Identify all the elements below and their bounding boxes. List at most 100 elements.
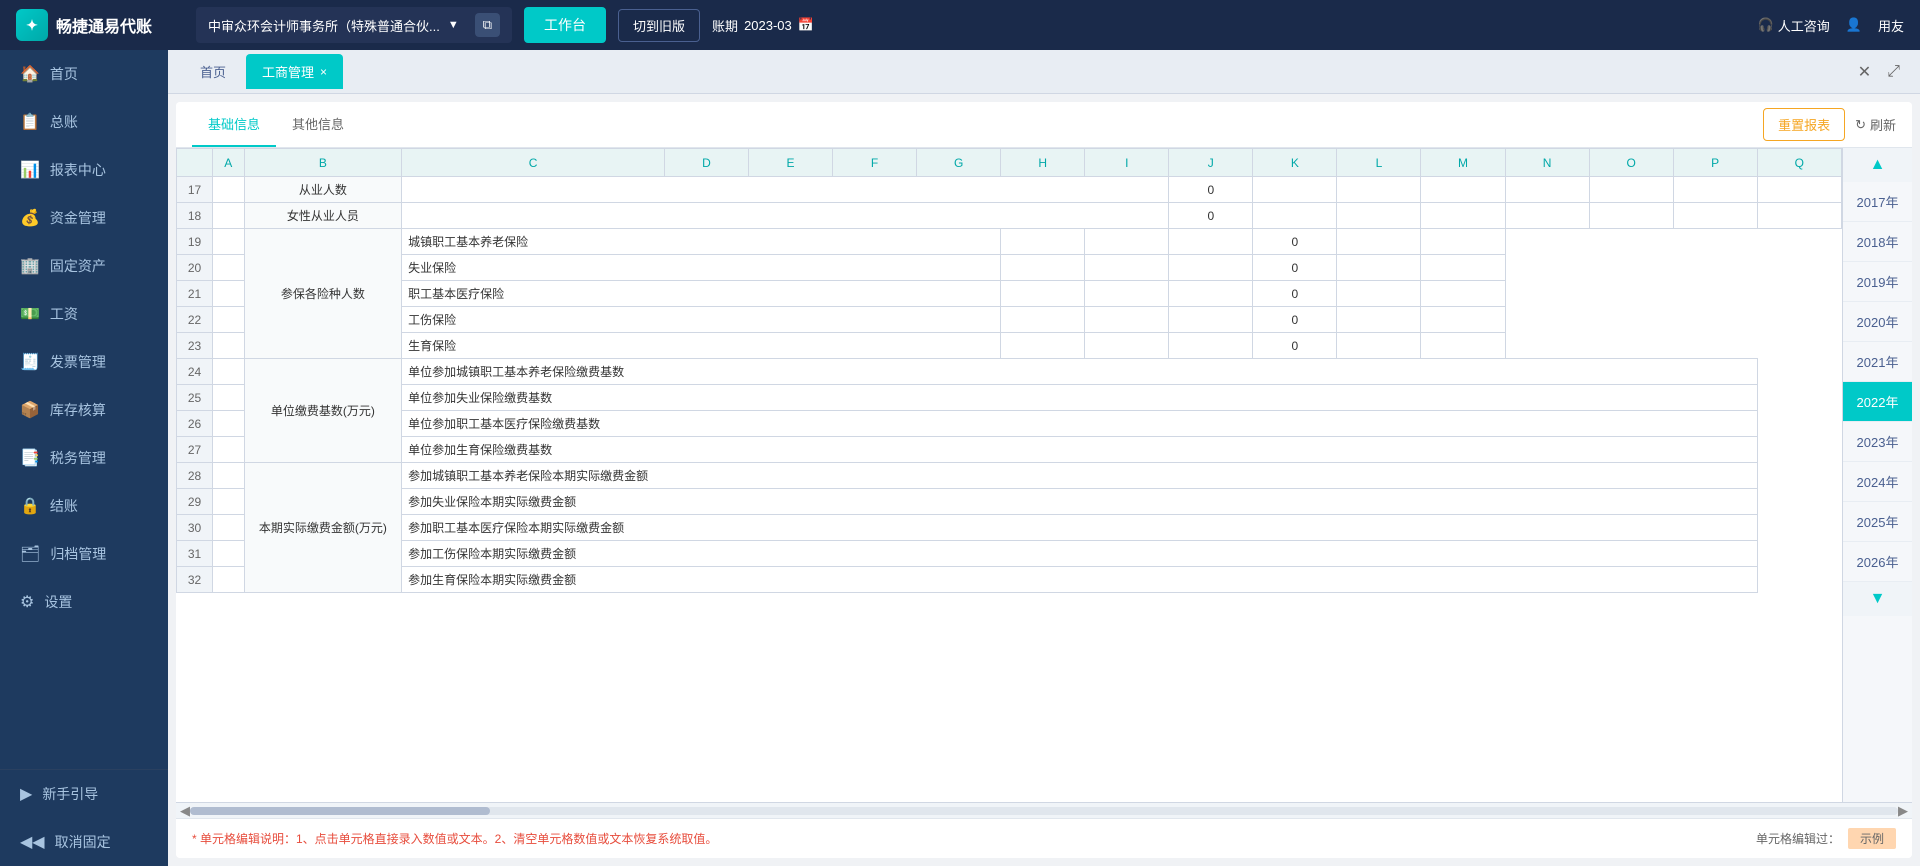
sub-tab-basic-info[interactable]: 基础信息 [192, 102, 276, 147]
scroll-left-arrow[interactable]: ◀ [180, 803, 190, 819]
cell[interactable] [1421, 307, 1505, 333]
cell-18-k[interactable]: 0 [1169, 203, 1253, 229]
cell[interactable] [1169, 229, 1253, 255]
cell[interactable] [1337, 333, 1421, 359]
sidebar-item-cancel-fixed[interactable]: ◀◀ 取消固定 [0, 818, 168, 866]
sidebar-item-salary[interactable]: 💵 工资 [0, 290, 168, 338]
sub-tab-other-info[interactable]: 其他信息 [276, 102, 360, 147]
cell[interactable] [1001, 307, 1085, 333]
cell-22-o[interactable]: 0 [1253, 307, 1337, 333]
col-header-c[interactable]: C [402, 149, 665, 177]
col-header-d[interactable]: D [664, 149, 748, 177]
cell-23-a[interactable] [213, 333, 245, 359]
cell-19-b[interactable]: 参保各险种人数 [244, 229, 402, 359]
col-header-n[interactable]: N [1505, 149, 1589, 177]
cell[interactable] [1589, 177, 1673, 203]
cell-29-c[interactable]: 参加失业保险本期实际缴费金额 [402, 489, 1758, 515]
cell-31-a[interactable] [213, 541, 245, 567]
cell-18-c[interactable] [402, 203, 1169, 229]
cell[interactable] [1253, 177, 1337, 203]
refresh-button[interactable]: ↻ 刷新 [1855, 115, 1896, 134]
cell-17-b[interactable]: 从业人数 [244, 177, 402, 203]
cell-17-k[interactable]: 0 [1169, 177, 1253, 203]
col-header-q[interactable]: Q [1757, 149, 1841, 177]
cell-24-c[interactable]: 单位参加城镇职工基本养老保险缴费基数 [402, 359, 1758, 385]
cell[interactable] [1085, 333, 1169, 359]
scroll-right-arrow[interactable]: ▶ [1898, 803, 1908, 819]
cell[interactable] [1337, 229, 1421, 255]
cell-21-a[interactable] [213, 281, 245, 307]
cell-24-a[interactable] [213, 359, 245, 385]
cell-25-c[interactable]: 单位参加失业保险缴费基数 [402, 385, 1758, 411]
cell[interactable] [1337, 307, 1421, 333]
year-item-2020[interactable]: 2020年 [1843, 302, 1912, 342]
company-selector[interactable]: 中审众环会计师事务所（特殊普通合伙... ▼ ⧉ [196, 7, 512, 43]
cell[interactable] [1253, 203, 1337, 229]
cell-19-a[interactable] [213, 229, 245, 255]
cell[interactable] [1169, 281, 1253, 307]
chevron-down-icon[interactable]: ▼ [448, 19, 459, 31]
col-header-f[interactable]: F [833, 149, 917, 177]
cell-20-c[interactable]: 失业保险 [402, 255, 1001, 281]
cell[interactable] [1337, 255, 1421, 281]
cell[interactable] [1673, 203, 1757, 229]
user-consult[interactable]: 🎧 人工咨询 [1758, 16, 1830, 35]
scroll-track[interactable] [190, 807, 1898, 815]
col-header-p[interactable]: P [1673, 149, 1757, 177]
cell[interactable] [1589, 203, 1673, 229]
year-item-2017[interactable]: 2017年 [1843, 182, 1912, 222]
cell-30-a[interactable] [213, 515, 245, 541]
sidebar-item-inventory[interactable]: 📦 库存核算 [0, 386, 168, 434]
cell-22-c[interactable]: 工伤保险 [402, 307, 1001, 333]
year-nav-down-button[interactable]: ▼ [1843, 582, 1912, 616]
close-window-button[interactable]: ✕ [1854, 58, 1875, 86]
year-item-2018[interactable]: 2018年 [1843, 222, 1912, 262]
cell-23-c[interactable]: 生育保险 [402, 333, 1001, 359]
year-item-2019[interactable]: 2019年 [1843, 262, 1912, 302]
cell[interactable] [1001, 255, 1085, 281]
cell-26-c[interactable]: 单位参加职工基本医疗保险缴费基数 [402, 411, 1758, 437]
cell-17-c[interactable] [402, 177, 1169, 203]
sidebar-item-settings[interactable]: ⚙ 设置 [0, 578, 168, 626]
cell-28-c[interactable]: 参加城镇职工基本养老保险本期实际缴费金额 [402, 463, 1758, 489]
switch-version-button[interactable]: 切到旧版 [618, 9, 700, 42]
col-header-o[interactable]: O [1589, 149, 1673, 177]
cell[interactable] [1001, 333, 1085, 359]
cell-32-c[interactable]: 参加生育保险本期实际缴费金额 [402, 567, 1758, 593]
cell[interactable] [1505, 177, 1589, 203]
cell[interactable] [1421, 229, 1505, 255]
cell-32-a[interactable] [213, 567, 245, 593]
cell-25-a[interactable] [213, 385, 245, 411]
sidebar-item-finance[interactable]: 💰 资金管理 [0, 194, 168, 242]
cell[interactable] [1421, 333, 1505, 359]
copy-icon[interactable]: ⧉ [475, 13, 500, 37]
cell-29-a[interactable] [213, 489, 245, 515]
year-nav-up-button[interactable]: ▲ [1843, 148, 1912, 182]
year-item-2022[interactable]: 2022年 [1843, 382, 1912, 422]
cell[interactable] [1001, 281, 1085, 307]
cell[interactable] [1169, 307, 1253, 333]
cell-23-o[interactable]: 0 [1253, 333, 1337, 359]
cell[interactable] [1169, 333, 1253, 359]
cell[interactable] [1421, 255, 1505, 281]
year-item-2021[interactable]: 2021年 [1843, 342, 1912, 382]
year-item-2023[interactable]: 2023年 [1843, 422, 1912, 462]
cell-27-c[interactable]: 单位参加生育保险缴费基数 [402, 437, 1758, 463]
sidebar-item-home[interactable]: 🏠 首页 [0, 50, 168, 98]
cell[interactable] [1001, 229, 1085, 255]
sidebar-item-assets[interactable]: 🏢 固定资产 [0, 242, 168, 290]
cell[interactable] [1673, 177, 1757, 203]
cell-20-o[interactable]: 0 [1253, 255, 1337, 281]
reset-report-button[interactable]: 重置报表 [1763, 108, 1845, 141]
sidebar-item-reports[interactable]: 📊 报表中心 [0, 146, 168, 194]
year-item-2024[interactable]: 2024年 [1843, 462, 1912, 502]
tab-home[interactable]: 首页 [184, 54, 242, 89]
cell[interactable] [1757, 177, 1841, 203]
sidebar-item-close[interactable]: 🔒 结账 [0, 482, 168, 530]
cell-31-c[interactable]: 参加工伤保险本期实际缴费金额 [402, 541, 1758, 567]
year-item-2025[interactable]: 2025年 [1843, 502, 1912, 542]
tab-business[interactable]: 工商管理 × [246, 54, 343, 89]
cell-20-a[interactable] [213, 255, 245, 281]
col-header-h[interactable]: H [1001, 149, 1085, 177]
col-header-b[interactable]: B [244, 149, 402, 177]
